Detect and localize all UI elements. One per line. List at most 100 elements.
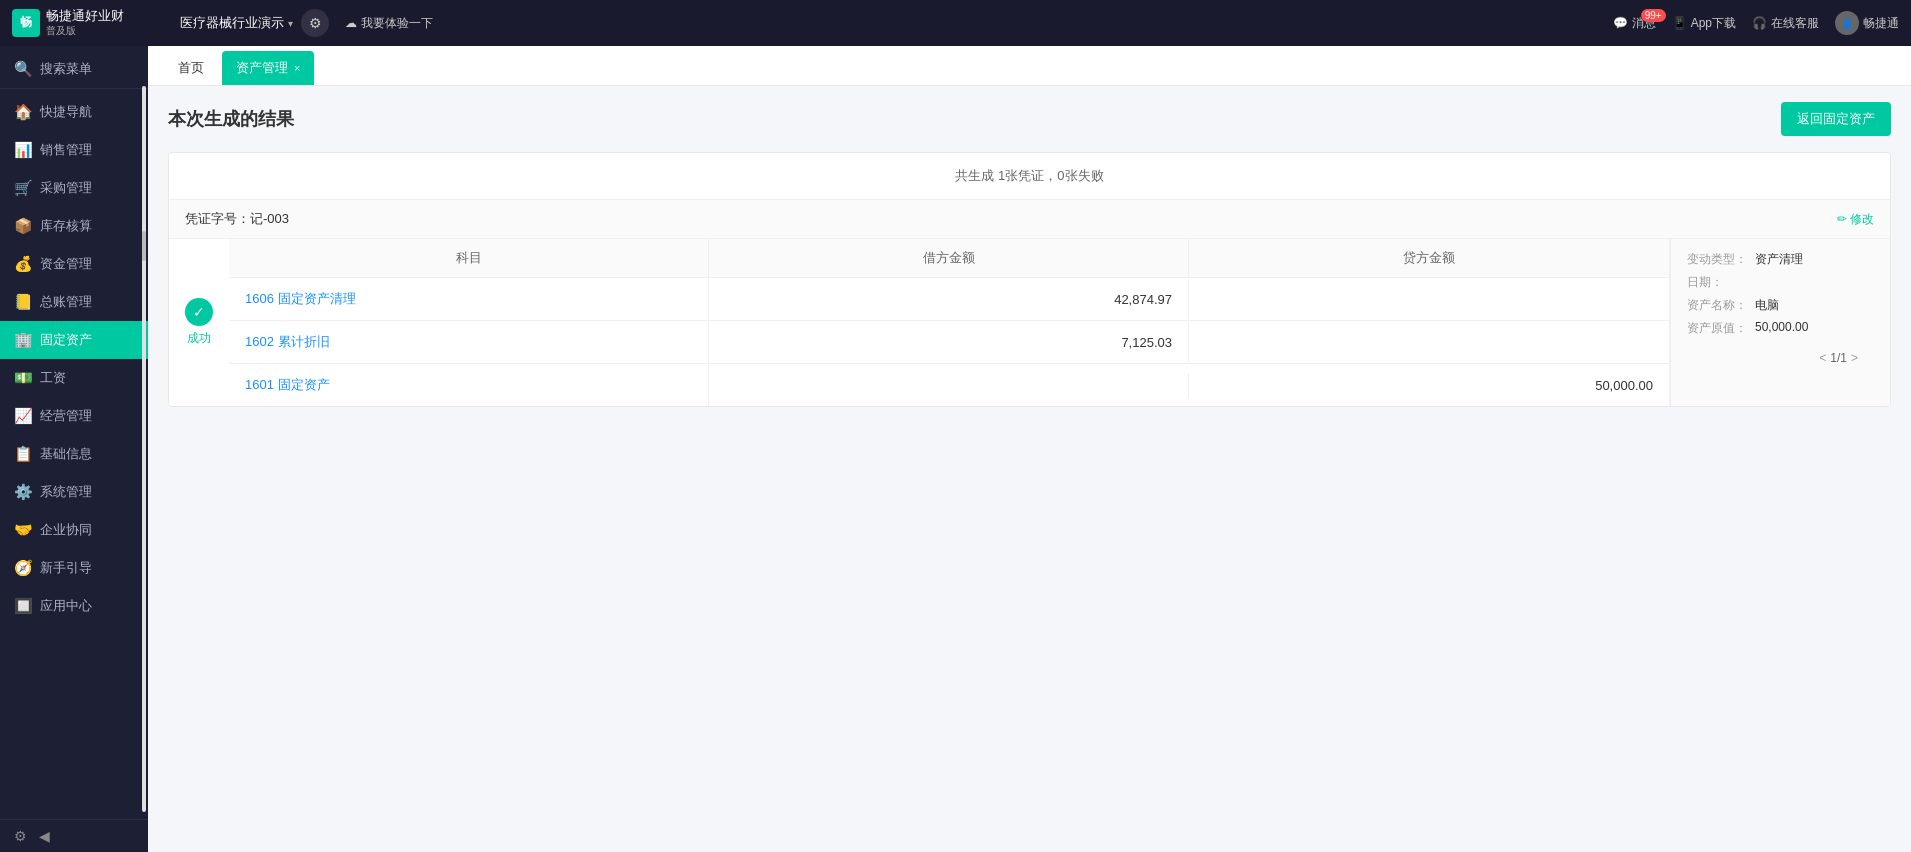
main-layout: 🔍 搜索菜单 🏠 快捷导航 📊 销售管理 🛒 采购管理 📦 库存核算 [0,46,1911,852]
voucher-header: 凭证字号：记-003 ✏ 修改 [169,200,1890,239]
chevron-down-icon: ▾ [288,18,293,29]
sidebar-label-search: 搜索菜单 [40,60,92,78]
sidebar-item-operations[interactable]: 📈 经营管理 [0,397,148,435]
sidebar-item-sys-mgmt[interactable]: ⚙️ 系统管理 [0,473,148,511]
sidebar-scrollbar[interactable] [142,86,146,812]
sidebar-collapse-button[interactable]: ◀ [39,828,50,844]
sidebar-item-search[interactable]: 🔍 搜索菜单 [0,50,148,89]
tab-home[interactable]: 首页 [164,51,218,85]
debit-1602: 7,125.03 [709,323,1189,362]
sidebar-label-sales: 销售管理 [40,141,92,159]
col-account: 科目 [229,239,709,277]
ledger-icon: 📒 [14,293,32,311]
app-name: 畅捷通好业财 [46,8,124,25]
company-selector[interactable]: 医疗器械行业演示 ▾ [180,14,293,32]
account-1602[interactable]: 1602 累计折旧 [229,321,709,363]
sidebar-label-ledger: 总账管理 [40,293,92,311]
settings-icon[interactable]: ⚙ [301,9,329,37]
asset-name-label: 资产名称： [1687,297,1747,314]
change-type-row: 变动类型： 资产清理 [1687,251,1874,268]
messages-button[interactable]: 💬 消息 99+ [1613,15,1656,32]
tab-close-icon[interactable]: × [294,62,300,74]
sidebar-item-guide[interactable]: 🧭 新手引导 [0,549,148,587]
sidebar-item-basic-info[interactable]: 📋 基础信息 [0,435,148,473]
sidebar-settings-button[interactable]: ⚙ [14,828,27,844]
messages-badge: 99+ [1641,9,1666,22]
avatar: 👤 [1835,11,1859,35]
user-area[interactable]: 👤 畅捷通 [1835,11,1899,35]
credit-1602 [1189,330,1669,354]
sidebar-item-payroll[interactable]: 💵 工资 [0,359,148,397]
col-credit: 贷方金额 [1189,239,1669,277]
sidebar-item-enterprise[interactable]: 🤝 企业协同 [0,511,148,549]
app-edition: 普及版 [46,24,124,38]
sidebar-item-ledger[interactable]: 📒 总账管理 [0,283,148,321]
sidebar-label-funds: 资金管理 [40,255,92,273]
sales-icon: 📊 [14,141,32,159]
page-header: 本次生成的结果 返回固定资产 [168,102,1891,136]
table-row: 1601 固定资产 50,000.00 [229,364,1669,406]
return-button[interactable]: 返回固定资产 [1781,102,1891,136]
success-circle: ✓ [185,298,213,326]
company-name: 医疗器械行业演示 [180,14,284,32]
page-title: 本次生成的结果 [168,107,294,131]
sidebar-label-app-center: 应用中心 [40,597,92,615]
sidebar-label-purchase: 采购管理 [40,179,92,197]
asset-name-value: 电脑 [1755,297,1779,314]
table-header: 科目 借方金额 贷方金额 [229,239,1669,278]
success-label: 成功 [187,330,211,347]
app-center-icon: 🔲 [14,597,32,615]
change-type-label: 变动类型： [1687,251,1747,268]
asset-value-label: 资产原值： [1687,320,1747,337]
logo-area: 畅 畅捷通好业财 普及版 [12,8,160,39]
sidebar-item-purchase[interactable]: 🛒 采购管理 [0,169,148,207]
sidebar-label-operations: 经营管理 [40,407,92,425]
header-center: 医疗器械行业演示 ▾ ⚙ ☁ 我要体验一下 [160,9,1613,37]
operations-icon: 📈 [14,407,32,425]
basic-info-icon: 📋 [14,445,32,463]
support-icon: 🎧 [1752,16,1767,30]
sidebar-label-guide: 新手引导 [40,559,92,577]
home-icon: 🏠 [14,103,32,121]
next-page-button[interactable]: > [1851,351,1858,365]
sidebar: 🔍 搜索菜单 🏠 快捷导航 📊 销售管理 🛒 采购管理 📦 库存核算 [0,46,148,852]
asset-value-value: 50,000.00 [1755,320,1808,337]
date-row: 日期： [1687,274,1874,291]
app-download-button[interactable]: 📱 App下载 [1672,15,1736,32]
date-label: 日期： [1687,274,1723,291]
sidebar-item-inventory[interactable]: 📦 库存核算 [0,207,148,245]
cloud-icon: ☁ [345,16,357,30]
tab-asset-mgmt[interactable]: 资产管理 × [222,51,314,85]
sidebar-footer: ⚙ ◀ [0,819,148,852]
fixed-assets-icon: 🏢 [14,331,32,349]
sidebar-label-enterprise: 企业协同 [40,521,92,539]
edit-button[interactable]: ✏ 修改 [1837,211,1874,228]
account-1601[interactable]: 1601 固定资产 [229,364,709,406]
sidebar-item-app-center[interactable]: 🔲 应用中心 [0,587,148,625]
sidebar-label-quick-nav: 快捷导航 [40,103,92,121]
experience-button[interactable]: ☁ 我要体验一下 [345,15,433,32]
sidebar-item-funds[interactable]: 💰 资金管理 [0,245,148,283]
asset-value-row: 资产原值： 50,000.00 [1687,320,1874,337]
online-support-button[interactable]: 🎧 在线客服 [1752,15,1819,32]
pagination: < 1/1 > [1687,343,1874,373]
sys-mgmt-icon: ⚙️ [14,483,32,501]
voucher-body: ✓ 成功 科目 借方金额 贷方金额 1606 固定资产清理 4 [169,239,1890,406]
result-summary: 共生成 1张凭证，0张失败 [169,153,1890,200]
sidebar-label-payroll: 工资 [40,369,66,387]
sidebar-scroll-thumb [142,231,146,261]
prev-page-button[interactable]: < [1819,351,1826,365]
asset-name-row: 资产名称： 电脑 [1687,297,1874,314]
sidebar-label-basic-info: 基础信息 [40,445,92,463]
change-type-value: 资产清理 [1755,251,1803,268]
page-info: 1/1 [1830,351,1847,365]
sidebar-item-sales[interactable]: 📊 销售管理 [0,131,148,169]
account-1606[interactable]: 1606 固定资产清理 [229,278,709,320]
sidebar-item-quick-nav[interactable]: 🏠 快捷导航 [0,93,148,131]
page-content: 本次生成的结果 返回固定资产 共生成 1张凭证，0张失败 凭证字号：记-003 … [148,86,1911,852]
debit-1601 [709,373,1189,397]
header-right: 💬 消息 99+ 📱 App下载 🎧 在线客服 👤 畅捷通 [1613,11,1899,35]
tab-bar: 首页 资产管理 × [148,46,1911,86]
sidebar-label-inventory: 库存核算 [40,217,92,235]
sidebar-item-fixed-assets[interactable]: 🏢 固定资产 [0,321,148,359]
